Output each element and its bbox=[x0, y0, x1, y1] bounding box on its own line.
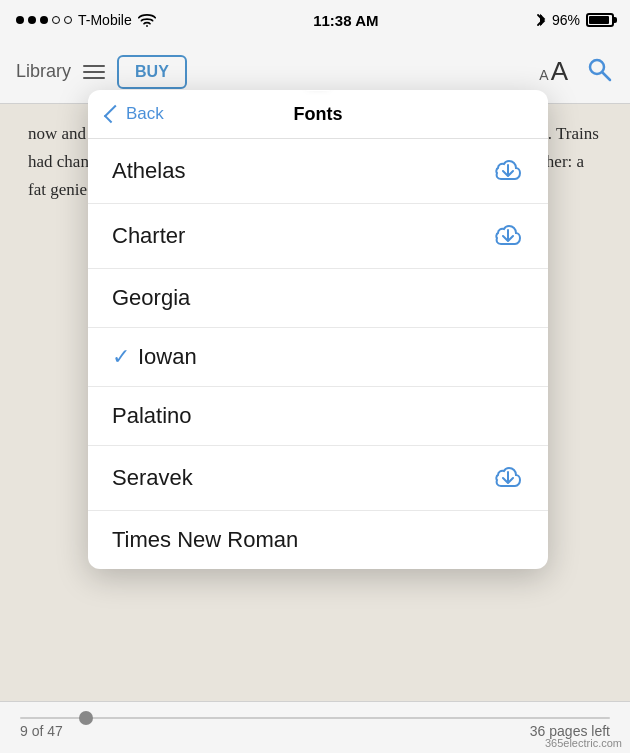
download-icon-seravek bbox=[492, 462, 524, 494]
font-item-iowan[interactable]: ✓ Iowan bbox=[88, 328, 548, 387]
download-icon-athelas bbox=[492, 155, 524, 187]
status-right: 96% bbox=[536, 12, 614, 28]
search-button[interactable] bbox=[586, 56, 614, 87]
dot-5 bbox=[64, 16, 72, 24]
font-name-palatino: Palatino bbox=[112, 403, 192, 429]
dot-4 bbox=[52, 16, 60, 24]
popup-title: Fonts bbox=[294, 104, 343, 125]
font-name-seravek: Seravek bbox=[112, 465, 193, 491]
watermark: 365electric.com bbox=[545, 737, 622, 749]
battery-icon bbox=[586, 13, 614, 27]
menu-icon[interactable] bbox=[83, 65, 105, 79]
dot-2 bbox=[28, 16, 36, 24]
font-name-times-new-roman: Times New Roman bbox=[112, 527, 298, 553]
toolbar-right: A A bbox=[539, 56, 614, 87]
font-item-left-tnr: Times New Roman bbox=[112, 527, 298, 553]
font-name-charter: Charter bbox=[112, 223, 185, 249]
font-name-georgia: Georgia bbox=[112, 285, 190, 311]
font-item-charter[interactable]: Charter bbox=[88, 204, 548, 269]
menu-line-3 bbox=[83, 77, 105, 79]
svg-line-3 bbox=[603, 73, 611, 81]
buy-button[interactable]: BUY bbox=[117, 55, 187, 89]
font-name-athelas: Athelas bbox=[112, 158, 185, 184]
bottom-info: 9 of 47 36 pages left bbox=[20, 723, 610, 739]
font-item-left-charter: Charter bbox=[112, 223, 185, 249]
font-item-left-palatino: Palatino bbox=[112, 403, 192, 429]
page-info: 9 of 47 bbox=[20, 723, 63, 739]
bluetooth-icon bbox=[536, 12, 546, 28]
checkmark-icon: ✓ bbox=[112, 344, 130, 370]
progress-thumb[interactable] bbox=[79, 711, 93, 725]
font-name-iowan: Iowan bbox=[138, 344, 197, 370]
font-item-palatino[interactable]: Palatino bbox=[88, 387, 548, 446]
font-item-left-iowan: ✓ Iowan bbox=[112, 344, 197, 370]
fonts-popup: Back Fonts Athelas Charter bbox=[88, 90, 548, 569]
carrier-label: T-Mobile bbox=[78, 12, 132, 28]
font-item-seravek[interactable]: Seravek bbox=[88, 446, 548, 511]
font-item-left-seravek: Seravek bbox=[112, 465, 193, 491]
font-size-small: A bbox=[539, 67, 548, 83]
status-left: T-Mobile bbox=[16, 12, 156, 28]
font-size-control[interactable]: A A bbox=[539, 56, 568, 87]
back-label: Back bbox=[126, 104, 164, 124]
download-icon-charter bbox=[492, 220, 524, 252]
font-size-large: A bbox=[551, 56, 568, 87]
battery-percent: 96% bbox=[552, 12, 580, 28]
library-button[interactable]: Library bbox=[16, 61, 71, 82]
svg-point-0 bbox=[146, 25, 148, 27]
font-item-left-georgia: Georgia bbox=[112, 285, 190, 311]
chevron-left-icon bbox=[104, 105, 122, 123]
font-item-times-new-roman[interactable]: Times New Roman bbox=[88, 511, 548, 569]
wifi-icon bbox=[138, 13, 156, 27]
toolbar-left: Library BUY bbox=[16, 55, 187, 89]
popup-header: Back Fonts bbox=[88, 90, 548, 139]
dot-3 bbox=[40, 16, 48, 24]
font-list: Athelas Charter Georgia bbox=[88, 139, 548, 569]
search-icon bbox=[586, 56, 614, 84]
font-item-georgia[interactable]: Georgia bbox=[88, 269, 548, 328]
font-item-left-athelas: Athelas bbox=[112, 158, 185, 184]
progress-track[interactable] bbox=[20, 717, 610, 719]
status-bar: T-Mobile 11:38 AM 96% bbox=[0, 0, 630, 40]
menu-line-2 bbox=[83, 71, 105, 73]
font-item-athelas[interactable]: Athelas bbox=[88, 139, 548, 204]
signal-dots bbox=[16, 16, 72, 24]
bottom-bar: 9 of 47 36 pages left bbox=[0, 701, 630, 753]
back-button[interactable]: Back bbox=[108, 104, 164, 124]
menu-line-1 bbox=[83, 65, 105, 67]
dot-1 bbox=[16, 16, 24, 24]
status-time: 11:38 AM bbox=[313, 12, 378, 29]
